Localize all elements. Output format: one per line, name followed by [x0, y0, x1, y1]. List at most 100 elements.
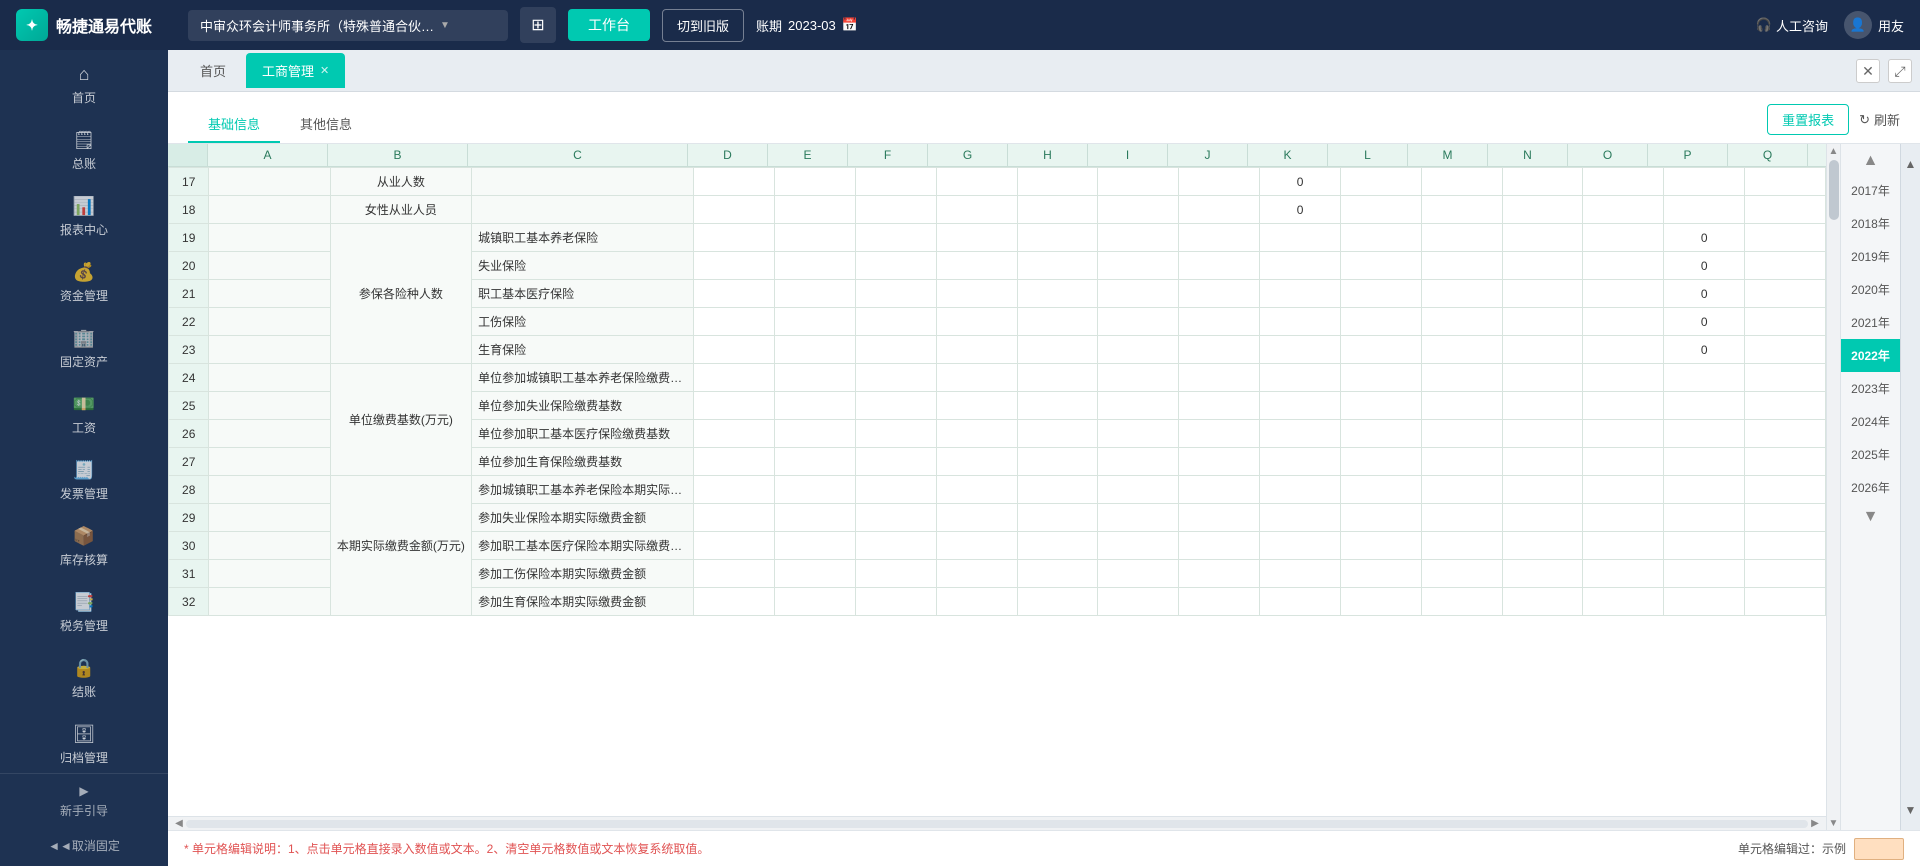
- cell-27-h[interactable]: [1017, 448, 1098, 476]
- cell-19-c[interactable]: 城镇职工基本养老保险: [472, 224, 694, 252]
- cell-21-l[interactable]: [1340, 280, 1421, 308]
- cell-30-e[interactable]: [775, 532, 856, 560]
- cell-20-d[interactable]: [694, 252, 775, 280]
- cell-25-e[interactable]: [775, 392, 856, 420]
- cell-28-m[interactable]: [1421, 476, 1502, 504]
- cell-23-n[interactable]: [1502, 336, 1583, 364]
- sidebar-item-invoice[interactable]: 🧾 发票管理: [0, 446, 168, 512]
- sidebar-item-capital[interactable]: 💰 资金管理: [0, 248, 168, 314]
- cell-30-g[interactable]: [936, 532, 1017, 560]
- cell-25-o[interactable]: [1583, 392, 1664, 420]
- cell-25-q[interactable]: [1745, 392, 1826, 420]
- cell-32-l[interactable]: [1340, 588, 1421, 616]
- cell-21-k[interactable]: [1260, 280, 1341, 308]
- cell-20-q[interactable]: [1745, 252, 1826, 280]
- cell-18-m[interactable]: [1421, 196, 1502, 224]
- cell-28-c[interactable]: 参加城镇职工基本养老保险本期实际缴费金额: [472, 476, 694, 504]
- h-scroll-right-btn[interactable]: ▶: [1808, 817, 1822, 831]
- tab-bizmanage[interactable]: 工商管理 ✕: [246, 53, 345, 88]
- cell-17-g[interactable]: [936, 168, 1017, 196]
- copy-icon[interactable]: ⊞: [520, 7, 556, 43]
- cell-23-a[interactable]: [209, 336, 330, 364]
- cell-26-h[interactable]: [1017, 420, 1098, 448]
- sidebar-item-guide[interactable]: ▶ 新手引导: [0, 773, 168, 829]
- cell-18-b[interactable]: 女性从业人员: [330, 196, 471, 224]
- cell-18-q[interactable]: [1745, 196, 1826, 224]
- cell-22-q[interactable]: [1745, 308, 1826, 336]
- sidebar-item-inventory[interactable]: 📦 库存核算: [0, 512, 168, 578]
- cell-20-i[interactable]: [1098, 252, 1179, 280]
- cell-30-j[interactable]: [1179, 532, 1260, 560]
- cell-19-a[interactable]: [209, 224, 330, 252]
- expand-window-button[interactable]: ⤢: [1888, 59, 1912, 83]
- cell-31-h[interactable]: [1017, 560, 1098, 588]
- cell-25-k[interactable]: [1260, 392, 1341, 420]
- cell-24-c[interactable]: 单位参加城镇职工基本养老保险缴费基数: [472, 364, 694, 392]
- year-panel-up-btn[interactable]: ▲: [1841, 148, 1900, 174]
- cell-28-e[interactable]: [775, 476, 856, 504]
- cell-19-g[interactable]: [936, 224, 1017, 252]
- cell-23-l[interactable]: [1340, 336, 1421, 364]
- cell-32-o[interactable]: [1583, 588, 1664, 616]
- cell-27-d[interactable]: [694, 448, 775, 476]
- collapse-up-btn[interactable]: ▲: [1902, 152, 1920, 176]
- sidebar-item-archive[interactable]: 🗄 归档管理: [0, 710, 168, 773]
- cell-29-h[interactable]: [1017, 504, 1098, 532]
- cell-32-g[interactable]: [936, 588, 1017, 616]
- cell-28-g[interactable]: [936, 476, 1017, 504]
- cell-28-i[interactable]: [1098, 476, 1179, 504]
- table-scroll[interactable]: 17 从业人数: [168, 167, 1826, 816]
- cell-20-f[interactable]: [856, 252, 937, 280]
- cell-20-j[interactable]: [1179, 252, 1260, 280]
- workspace-button[interactable]: 工作台: [568, 9, 650, 41]
- cell-24-m[interactable]: [1421, 364, 1502, 392]
- cell-24-h[interactable]: [1017, 364, 1098, 392]
- cell-29-a[interactable]: [209, 504, 330, 532]
- h-scroll-area[interactable]: ◀ ▶: [168, 816, 1826, 830]
- cell-21-c[interactable]: 职工基本医疗保险: [472, 280, 694, 308]
- cell-28-o[interactable]: [1583, 476, 1664, 504]
- cell-24-f[interactable]: [856, 364, 937, 392]
- cell-31-l[interactable]: [1340, 560, 1421, 588]
- cell-29-f[interactable]: [856, 504, 937, 532]
- h-scroll-track[interactable]: [186, 820, 1808, 828]
- cell-30-c[interactable]: 参加职工基本医疗保险本期实际缴费金额: [472, 532, 694, 560]
- cell-24-e[interactable]: [775, 364, 856, 392]
- cell-23-k[interactable]: [1260, 336, 1341, 364]
- cell-30-k[interactable]: [1260, 532, 1341, 560]
- v-scroll-down-btn[interactable]: ▼: [1829, 816, 1839, 830]
- cell-28-n[interactable]: [1502, 476, 1583, 504]
- sub-tab-other[interactable]: 其他信息: [280, 106, 372, 143]
- cell-26-p[interactable]: [1664, 420, 1745, 448]
- cell-25-f[interactable]: [856, 392, 937, 420]
- cell-26-m[interactable]: [1421, 420, 1502, 448]
- cell-22-m[interactable]: [1421, 308, 1502, 336]
- cell-32-j[interactable]: [1179, 588, 1260, 616]
- cell-24-d[interactable]: [694, 364, 775, 392]
- cell-30-o[interactable]: [1583, 532, 1664, 560]
- cell-20-p[interactable]: 0: [1664, 252, 1745, 280]
- sidebar-item-salary[interactable]: 💵 工资: [0, 380, 168, 446]
- cell-31-m[interactable]: [1421, 560, 1502, 588]
- cell-29-d[interactable]: [694, 504, 775, 532]
- cell-20-l[interactable]: [1340, 252, 1421, 280]
- cell-29-k[interactable]: [1260, 504, 1341, 532]
- cell-27-i[interactable]: [1098, 448, 1179, 476]
- cell-19-b[interactable]: 参保各险种人数: [330, 224, 471, 364]
- cell-22-e[interactable]: [775, 308, 856, 336]
- cell-28-f[interactable]: [856, 476, 937, 504]
- cell-32-p[interactable]: [1664, 588, 1745, 616]
- cell-17-j[interactable]: [1179, 168, 1260, 196]
- cell-32-a[interactable]: [209, 588, 330, 616]
- cell-25-i[interactable]: [1098, 392, 1179, 420]
- cell-25-p[interactable]: [1664, 392, 1745, 420]
- cell-31-d[interactable]: [694, 560, 775, 588]
- cell-18-e[interactable]: [775, 196, 856, 224]
- cell-25-c[interactable]: 单位参加失业保险缴费基数: [472, 392, 694, 420]
- cell-18-g[interactable]: [936, 196, 1017, 224]
- cell-29-m[interactable]: [1421, 504, 1502, 532]
- cell-28-d[interactable]: [694, 476, 775, 504]
- year-2017[interactable]: 2017年: [1841, 174, 1900, 207]
- cell-24-p[interactable]: [1664, 364, 1745, 392]
- cell-17-q[interactable]: [1745, 168, 1826, 196]
